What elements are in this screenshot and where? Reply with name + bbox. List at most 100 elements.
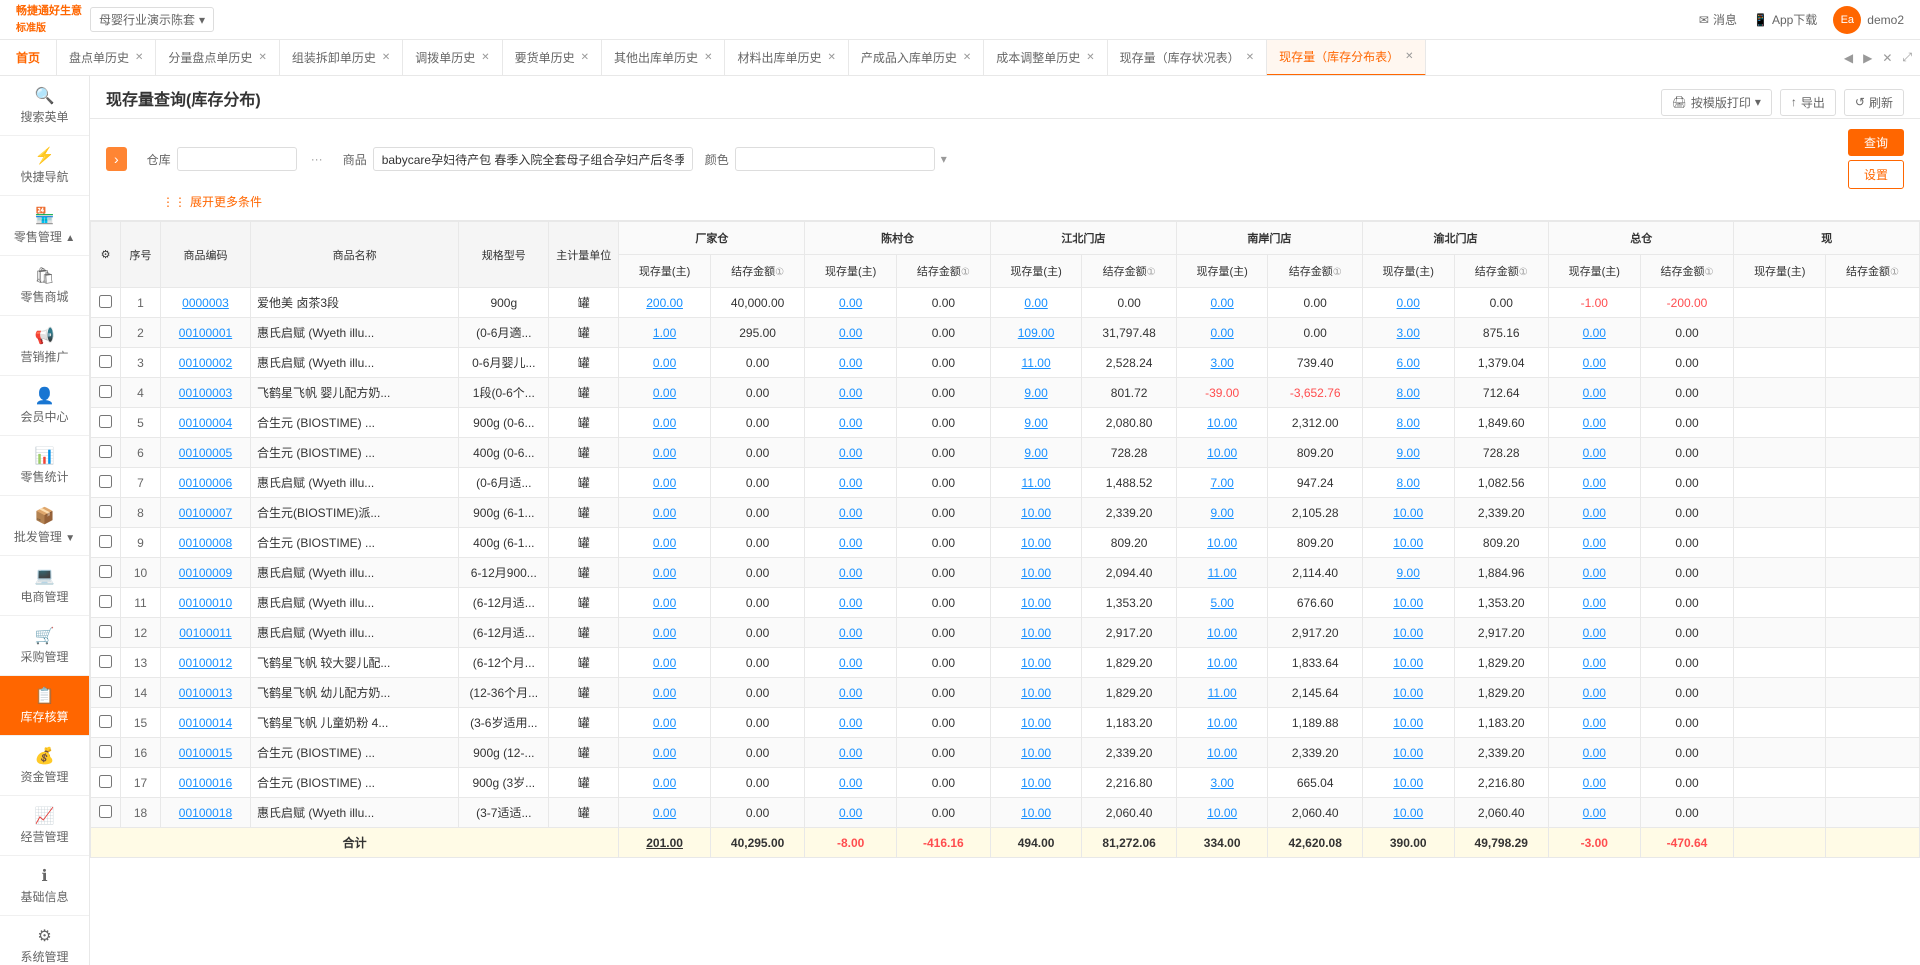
tab-fenpandian[interactable]: 分量盘点单历史 ✕ <box>156 40 279 76</box>
tab-home[interactable]: 首页 <box>0 40 57 76</box>
row-jbmd-qty[interactable]: 10.00 <box>990 708 1082 738</box>
row-ybmd-qty[interactable]: 10.00 <box>1362 738 1454 768</box>
tab-chengpin[interactable]: 产成品入库单历史 ✕ <box>849 40 984 76</box>
row-ybmd-qty[interactable]: 10.00 <box>1362 588 1454 618</box>
row-ybmd-qty[interactable]: 8.00 <box>1362 408 1454 438</box>
row-namd-qty[interactable]: 5.00 <box>1176 588 1268 618</box>
row-cjc-qty[interactable]: 0.00 <box>619 708 711 738</box>
row-checkbox[interactable] <box>91 468 121 498</box>
row-jbmd-qty[interactable]: 10.00 <box>990 588 1082 618</box>
row-checkbox[interactable] <box>91 528 121 558</box>
row-checkbox[interactable] <box>91 288 121 318</box>
row-namd-qty[interactable]: 11.00 <box>1176 558 1268 588</box>
row-jbmd-qty[interactable]: 0.00 <box>990 288 1082 318</box>
row-code[interactable]: 00100015 <box>161 738 251 768</box>
tab-next-btn[interactable]: ▶ <box>1859 51 1876 65</box>
sidebar-item-system[interactable]: ⚙ 系统管理 <box>0 916 89 965</box>
sidebar-item-mgmt[interactable]: 📈 经营管理 <box>0 796 89 856</box>
row-jbmd-qty[interactable]: 9.00 <box>990 438 1082 468</box>
tab-close-icon[interactable]: ✕ <box>258 52 266 63</box>
row-zc-qty[interactable]: 0.00 <box>1549 408 1641 438</box>
row-ybmd-qty[interactable]: 10.00 <box>1362 528 1454 558</box>
row-ybmd-qty[interactable]: 10.00 <box>1362 708 1454 738</box>
row-checkbox[interactable] <box>91 648 121 678</box>
tab-chengben[interactable]: 成本调整单历史 ✕ <box>984 40 1107 76</box>
row-ccn-qty[interactable]: 0.00 <box>805 318 897 348</box>
row-ccn-qty[interactable]: 0.00 <box>805 768 897 798</box>
row-cjc-qty[interactable]: 0.00 <box>619 378 711 408</box>
row-ybmd-qty[interactable]: 3.00 <box>1362 318 1454 348</box>
query-btn[interactable]: 查询 <box>1848 129 1904 156</box>
row-jbmd-qty[interactable]: 10.00 <box>990 678 1082 708</box>
row-ccn-qty[interactable]: 0.00 <box>805 738 897 768</box>
info-icon[interactable]: ① <box>1705 267 1714 278</box>
tab-close-all-btn[interactable]: ✕ <box>1878 51 1896 65</box>
row-zc-qty[interactable]: 0.00 <box>1549 768 1641 798</box>
row-cjc-qty[interactable]: 0.00 <box>619 768 711 798</box>
warehouse-input[interactable] <box>177 147 297 171</box>
row-ybmd-qty[interactable]: 8.00 <box>1362 378 1454 408</box>
tab-close-icon[interactable]: ✕ <box>1086 52 1094 63</box>
row-code[interactable]: 00100007 <box>161 498 251 528</box>
row-checkbox[interactable] <box>91 498 121 528</box>
tab-close-icon[interactable]: ✕ <box>1246 52 1254 63</box>
warehouse-dots-btn[interactable]: ··· <box>303 152 331 166</box>
row-code[interactable]: 00100001 <box>161 318 251 348</box>
row-ccn-qty[interactable]: 0.00 <box>805 678 897 708</box>
row-ccn-qty[interactable]: 0.00 <box>805 348 897 378</box>
info-icon[interactable]: ① <box>1333 267 1342 278</box>
row-cjc-qty[interactable]: 1.00 <box>619 318 711 348</box>
row-checkbox[interactable] <box>91 798 121 828</box>
row-code[interactable]: 00100003 <box>161 378 251 408</box>
print-btn[interactable]: 🖨 按模版打印 ▾ <box>1661 89 1772 116</box>
row-zc-qty[interactable]: 0.00 <box>1549 438 1641 468</box>
row-cjc-qty[interactable]: 0.00 <box>619 588 711 618</box>
row-cjc-qty[interactable]: 0.00 <box>619 348 711 378</box>
color-dropdown-icon[interactable]: ▾ <box>941 152 947 166</box>
row-code[interactable]: 00100011 <box>161 618 251 648</box>
row-jbmd-qty[interactable]: 10.00 <box>990 648 1082 678</box>
tab-close-icon[interactable]: ✕ <box>827 52 835 63</box>
sidebar-item-purchase[interactable]: 🛒 采购管理 <box>0 616 89 676</box>
row-jbmd-qty[interactable]: 10.00 <box>990 498 1082 528</box>
row-namd-qty[interactable]: 10.00 <box>1176 798 1268 828</box>
collapse-arrow[interactable]: › <box>106 147 127 171</box>
row-ccn-qty[interactable]: 0.00 <box>805 528 897 558</box>
row-ybmd-qty[interactable]: 9.00 <box>1362 438 1454 468</box>
info-icon[interactable]: ① <box>1147 267 1156 278</box>
row-zc-qty[interactable]: 0.00 <box>1549 498 1641 528</box>
row-zc-qty[interactable]: 0.00 <box>1549 618 1641 648</box>
row-code[interactable]: 00100008 <box>161 528 251 558</box>
product-input[interactable] <box>373 147 693 171</box>
row-cjc-qty[interactable]: 0.00 <box>619 648 711 678</box>
col-gear[interactable]: ⚙ <box>91 222 121 288</box>
row-ccn-qty[interactable]: 0.00 <box>805 438 897 468</box>
row-checkbox[interactable] <box>91 348 121 378</box>
row-zc-qty[interactable]: 0.00 <box>1549 648 1641 678</box>
row-jbmd-qty[interactable]: 10.00 <box>990 738 1082 768</box>
row-cjc-qty[interactable]: 0.00 <box>619 798 711 828</box>
row-namd-qty[interactable]: 10.00 <box>1176 618 1268 648</box>
tab-kucun2[interactable]: 现存量（库存分布表） ✕ <box>1267 40 1426 76</box>
row-ybmd-qty[interactable]: 10.00 <box>1362 618 1454 648</box>
row-ccn-qty[interactable]: 0.00 <box>805 648 897 678</box>
export-btn[interactable]: ↑ 导出 <box>1780 89 1836 116</box>
row-jbmd-qty[interactable]: 10.00 <box>990 768 1082 798</box>
row-ccn-qty[interactable]: 0.00 <box>805 588 897 618</box>
row-namd-qty[interactable]: 10.00 <box>1176 708 1268 738</box>
row-zc-qty[interactable]: 0.00 <box>1549 708 1641 738</box>
tab-close-icon[interactable]: ✕ <box>1405 51 1413 62</box>
row-jbmd-qty[interactable]: 10.00 <box>990 618 1082 648</box>
row-ybmd-qty[interactable]: 10.00 <box>1362 678 1454 708</box>
row-checkbox[interactable] <box>91 708 121 738</box>
row-ccn-qty[interactable]: 0.00 <box>805 408 897 438</box>
row-zc-qty[interactable]: 0.00 <box>1549 318 1641 348</box>
row-cjc-qty[interactable]: 0.00 <box>619 468 711 498</box>
sidebar-item-ecom[interactable]: 💻 电商管理 <box>0 556 89 616</box>
row-zc-qty[interactable]: 0.00 <box>1549 678 1641 708</box>
sidebar-item-wholesale[interactable]: 📦 批发管理 ▼ <box>0 496 89 556</box>
row-ccn-qty[interactable]: 0.00 <box>805 708 897 738</box>
row-code[interactable]: 00100002 <box>161 348 251 378</box>
row-jbmd-qty[interactable]: 10.00 <box>990 798 1082 828</box>
row-ybmd-qty[interactable]: 10.00 <box>1362 768 1454 798</box>
